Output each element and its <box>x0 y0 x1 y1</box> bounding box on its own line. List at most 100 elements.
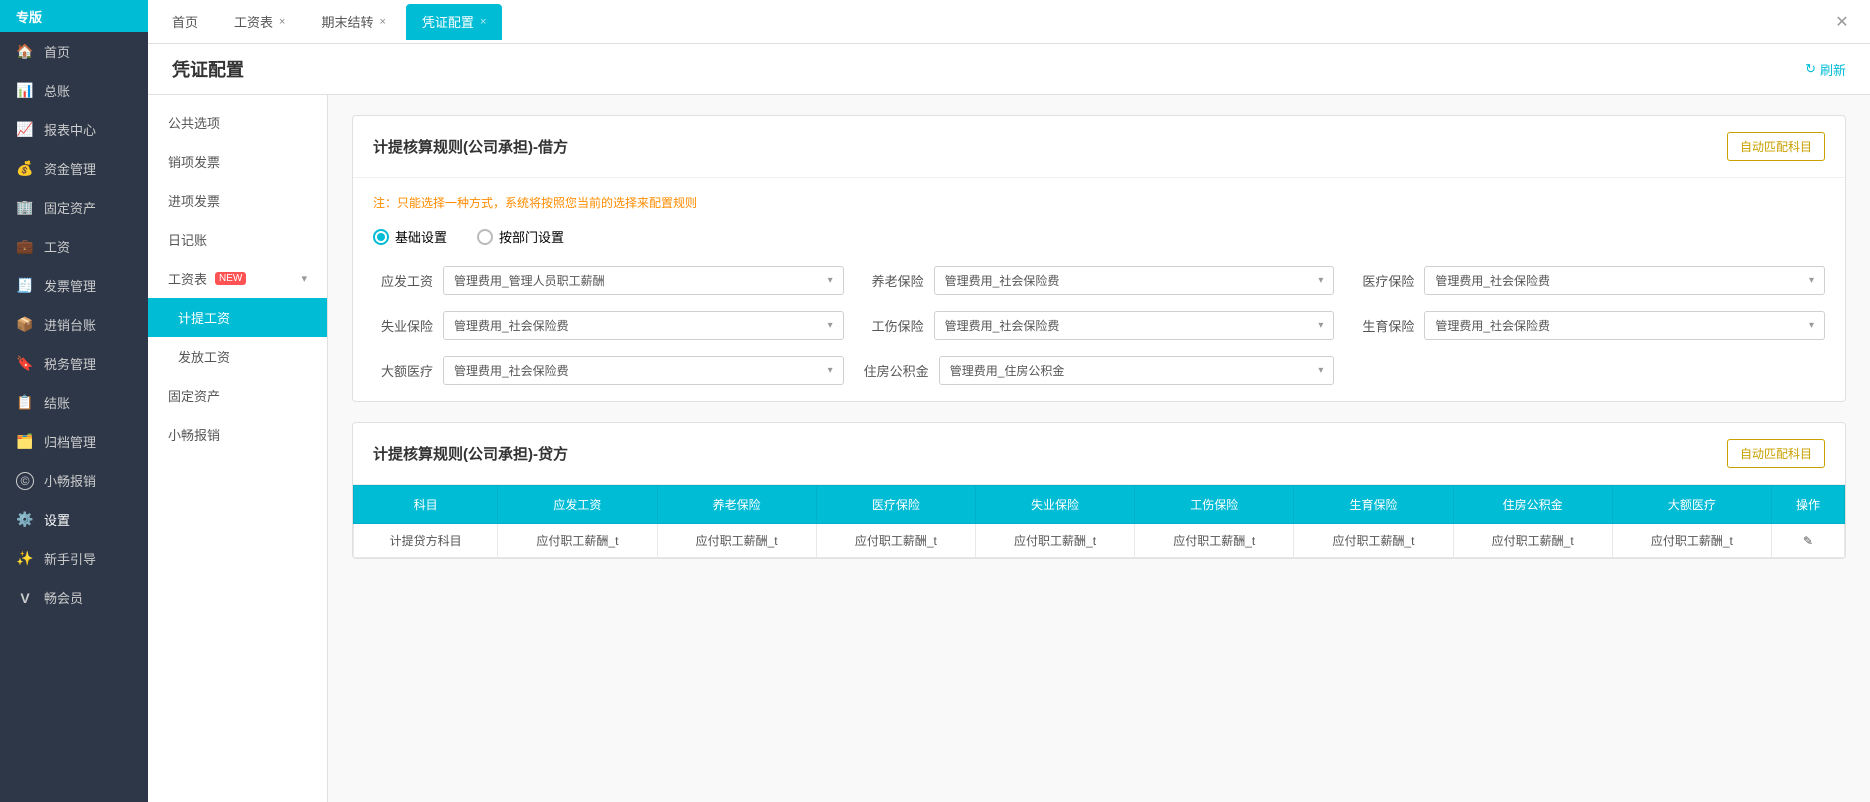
field-maternity: 生育保险 管理费用_社会保险费 ▾ <box>1354 311 1825 340</box>
field-work-injury: 工伤保险 管理费用_社会保险费 ▾ <box>864 311 1335 340</box>
nav-issue-salary[interactable]: 发放工资 <box>148 337 327 376</box>
cell-unemployment: 应付职工薪酬_t <box>975 524 1134 558</box>
tab-period-close-close[interactable]: × <box>379 16 385 28</box>
select-applied-salary[interactable]: 管理费用_管理人员职工薪酬 ▾ <box>443 266 844 295</box>
sidebar-item-settings[interactable]: ⚙️ 设置 <box>0 500 148 539</box>
nav-public[interactable]: 公共选项 <box>148 103 327 142</box>
tab-period-close[interactable]: 期末结转 × <box>305 4 401 40</box>
sidebar-label-settings: 设置 <box>44 510 70 529</box>
col-header-maternity: 生育保险 <box>1294 486 1453 524</box>
cell-housing: 应付职工薪酬_t <box>1453 524 1612 558</box>
sidebar-item-inventory[interactable]: 📦 进销台账 <box>0 305 148 344</box>
nav-payroll-table[interactable]: 工资表 NEW ▾ <box>148 259 327 298</box>
form-row-2: 失业保险 管理费用_社会保险费 ▾ 工伤保险 管理费用_社会保险费 <box>373 311 1825 340</box>
nav-sales-invoice[interactable]: 销项发票 <box>148 142 327 181</box>
col-header-work-injury: 工伤保险 <box>1135 486 1294 524</box>
edit-icon[interactable]: ✎ <box>1803 534 1813 548</box>
refresh-button[interactable]: ↻ 刷新 <box>1805 60 1846 79</box>
cell-action[interactable]: ✎ <box>1771 524 1844 558</box>
select-large-medical[interactable]: 管理费用_社会保险费 ▾ <box>443 356 844 385</box>
nav-journal[interactable]: 日记账 <box>148 220 327 259</box>
left-nav: 公共选项 销项发票 进项发票 日记账 工资表 NEW ▾ 计提工资 <box>148 95 328 802</box>
debit-section-body: 注：只能选择一种方式，系统将按照您当前的选择来配置规则 基础设置 按部门设置 <box>353 178 1845 401</box>
chevron-unemployment: ▾ <box>828 320 833 331</box>
select-maternity[interactable]: 管理费用_社会保险费 ▾ <box>1424 311 1825 340</box>
refresh-label: 刷新 <box>1820 60 1846 79</box>
select-pension[interactable]: 管理费用_社会保险费 ▾ <box>934 266 1335 295</box>
sidebar-item-home[interactable]: 🏠 首页 <box>0 32 148 71</box>
value-pension: 管理费用_社会保险费 <box>945 272 1060 289</box>
form-row-1: 应发工资 管理费用_管理人员职工薪酬 ▾ 养老保险 管理费用_社会保险费 <box>373 266 1825 295</box>
value-large-medical: 管理费用_社会保险费 <box>454 362 569 379</box>
sidebar-item-xiaochang[interactable]: © 小畅报销 <box>0 461 148 500</box>
field-unemployment: 失业保险 管理费用_社会保险费 ▾ <box>373 311 844 340</box>
tab-payroll-close[interactable]: × <box>279 16 285 28</box>
value-work-injury: 管理费用_社会保险费 <box>945 317 1060 334</box>
debit-auto-match-button[interactable]: 自动匹配科目 <box>1727 132 1825 161</box>
field-housing-fund: 住房公积金 管理费用_住房公积金 ▾ <box>864 356 1335 385</box>
select-housing-fund[interactable]: 管理费用_住房公积金 ▾ <box>939 356 1335 385</box>
debit-section-header: 计提核算规则(公司承担)-借方 自动匹配科目 <box>353 116 1845 178</box>
basic-radio-circle[interactable] <box>373 229 389 245</box>
dept-radio-circle[interactable] <box>477 229 493 245</box>
chevron-applied-salary: ▾ <box>828 275 833 286</box>
expand-icon: ▾ <box>301 272 307 285</box>
tab-home[interactable]: 首页 <box>156 4 214 40</box>
sidebar-item-guide[interactable]: ✨ 新手引导 <box>0 539 148 578</box>
col-header-salary: 应发工资 <box>498 486 657 524</box>
label-maternity: 生育保险 <box>1354 316 1414 335</box>
sidebar-label-assets: 固定资产 <box>44 198 96 217</box>
value-housing-fund: 管理费用_住房公积金 <box>950 362 1065 379</box>
sidebar-item-archive[interactable]: 🗂️ 归档管理 <box>0 422 148 461</box>
window-close-button[interactable]: ✕ <box>1830 10 1854 34</box>
label-pension: 养老保险 <box>864 271 924 290</box>
credit-section-body: 科目 应发工资 养老保险 医疗保险 失业保险 工伤保险 生育保险 住房公积金 大… <box>353 485 1845 558</box>
field-pension: 养老保险 管理费用_社会保险费 ▾ <box>864 266 1335 295</box>
sidebar-item-reports[interactable]: 📈 报表中心 <box>0 110 148 149</box>
sidebar-item-funds[interactable]: 💰 资金管理 <box>0 149 148 188</box>
nav-xiaochang-expense[interactable]: 小畅报销 <box>148 415 327 454</box>
chevron-work-injury: ▾ <box>1318 320 1323 331</box>
field-large-medical: 大额医疗 管理费用_社会保险费 ▾ <box>373 356 844 385</box>
debit-form: 应发工资 管理费用_管理人员职工薪酬 ▾ 养老保险 管理费用_社会保险费 <box>373 266 1825 385</box>
cell-pension: 应付职工薪酬_t <box>657 524 816 558</box>
label-medical: 医疗保险 <box>1354 271 1414 290</box>
basic-setting-radio[interactable]: 基础设置 <box>373 227 447 246</box>
select-unemployment[interactable]: 管理费用_社会保险费 ▾ <box>443 311 844 340</box>
nav-purchase-invoice[interactable]: 进项发票 <box>148 181 327 220</box>
sidebar-item-invoice[interactable]: 🧾 发票管理 <box>0 266 148 305</box>
col-header-large-medical: 大额医疗 <box>1612 486 1771 524</box>
col-header-action: 操作 <box>1771 486 1844 524</box>
nav-issue-salary-label: 发放工资 <box>178 347 230 366</box>
credit-section-title: 计提核算规则(公司承担)-贷方 <box>373 443 568 464</box>
tab-voucher-config-close[interactable]: × <box>480 16 486 28</box>
label-unemployment: 失业保险 <box>373 316 433 335</box>
app-edition: 专版 <box>0 0 148 32</box>
dept-setting-radio[interactable]: 按部门设置 <box>477 227 564 246</box>
sidebar-label-home: 首页 <box>44 42 70 61</box>
col-header-category: 科目 <box>354 486 498 524</box>
chevron-pension: ▾ <box>1318 275 1323 286</box>
nav-fixed-assets[interactable]: 固定资产 <box>148 376 327 415</box>
sidebar-item-ledger[interactable]: 📊 总账 <box>0 71 148 110</box>
chevron-maternity: ▾ <box>1809 320 1814 331</box>
inventory-icon: 📦 <box>16 316 34 334</box>
settings-icon: ⚙️ <box>16 511 34 529</box>
credit-auto-match-button[interactable]: 自动匹配科目 <box>1727 439 1825 468</box>
tab-payroll[interactable]: 工资表 × <box>218 4 301 40</box>
sidebar-item-close[interactable]: 📋 结账 <box>0 383 148 422</box>
select-work-injury[interactable]: 管理费用_社会保险费 ▾ <box>934 311 1335 340</box>
sidebar-item-assets[interactable]: 🏢 固定资产 <box>0 188 148 227</box>
nav-calc-salary-label: 计提工资 <box>178 308 230 327</box>
sidebar-item-salary[interactable]: 💼 工资 <box>0 227 148 266</box>
sidebar-label-salary: 工资 <box>44 237 70 256</box>
member-icon: V <box>16 589 34 607</box>
form-row-3: 大额医疗 管理费用_社会保险费 ▾ 住房公积金 管理费用_住房公积金 <box>373 356 1825 385</box>
new-badge: NEW <box>215 272 246 285</box>
sidebar-item-tax[interactable]: 🔖 税务管理 <box>0 344 148 383</box>
tab-voucher-config[interactable]: 凭证配置 × <box>406 4 502 40</box>
nav-calc-salary[interactable]: 计提工资 <box>148 298 327 337</box>
select-medical[interactable]: 管理费用_社会保险费 ▾ <box>1424 266 1825 295</box>
nav-journal-label: 日记账 <box>168 230 207 249</box>
sidebar-item-member[interactable]: V 畅会员 <box>0 578 148 617</box>
